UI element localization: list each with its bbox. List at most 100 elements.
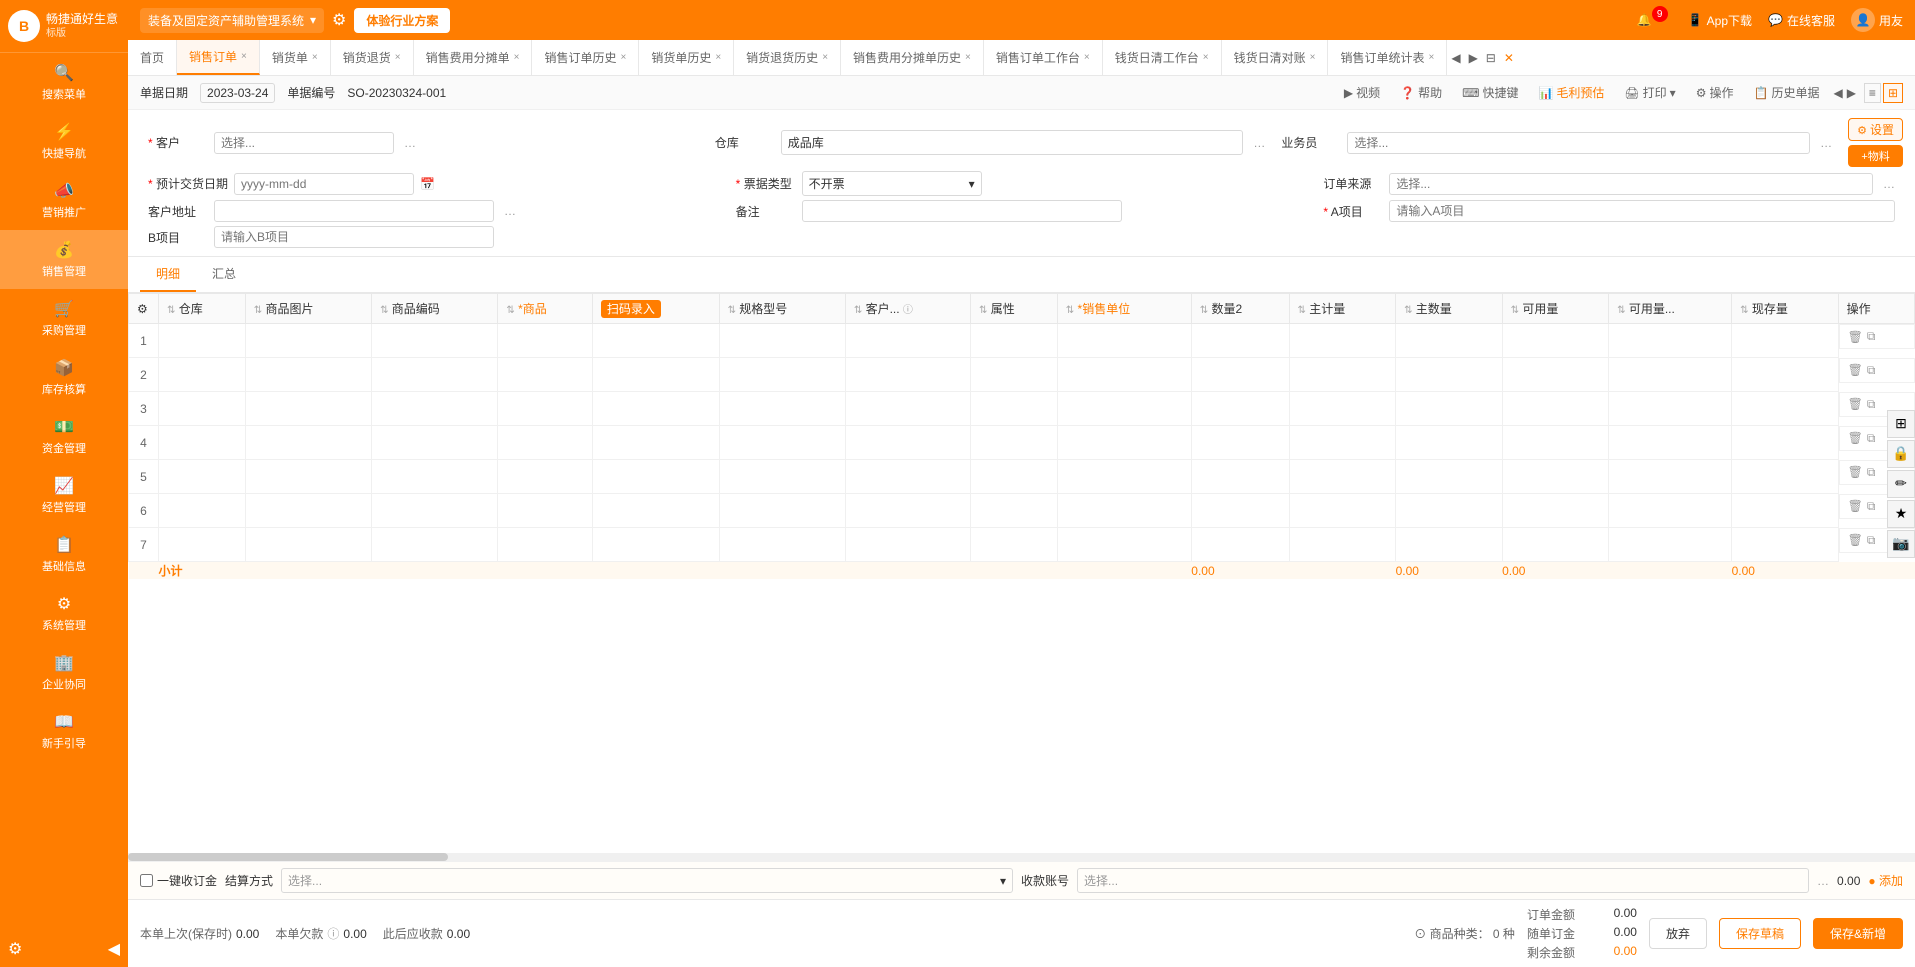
row-available[interactable] xyxy=(1502,528,1609,562)
row-spec[interactable] xyxy=(719,528,845,562)
a-project-input[interactable] xyxy=(1389,200,1895,222)
float-lock-icon[interactable]: 🔒 xyxy=(1887,440,1915,468)
tab-销售费用分摊单历史[interactable]: 销售费用分摊单历史× xyxy=(841,40,984,75)
row-customer-code[interactable] xyxy=(845,528,970,562)
row-attribute[interactable] xyxy=(971,358,1058,392)
warehouse-dots[interactable]: … xyxy=(1253,136,1265,150)
delete-icon[interactable]: 🗑 xyxy=(1848,499,1863,513)
tab-首页[interactable]: 首页 xyxy=(128,40,177,75)
row-spec[interactable] xyxy=(719,324,845,358)
discard-button[interactable]: 放弃 xyxy=(1649,918,1707,949)
row-customer-code[interactable] xyxy=(845,358,970,392)
row-available2[interactable] xyxy=(1609,528,1732,562)
tab-nav-close-all[interactable]: ✕ xyxy=(1500,51,1518,65)
row-spec[interactable] xyxy=(719,494,845,528)
row-customer-code[interactable] xyxy=(845,324,970,358)
copy-icon[interactable]: ⧉ xyxy=(1867,397,1876,412)
row-quantity2[interactable] xyxy=(1191,392,1289,426)
row-quantity2[interactable] xyxy=(1191,494,1289,528)
tab-钱货日清对账[interactable]: 钱货日清对账× xyxy=(1222,40,1329,75)
row-customer-code[interactable] xyxy=(845,494,970,528)
row-scan[interactable] xyxy=(592,324,719,358)
row-available[interactable] xyxy=(1502,460,1609,494)
row-available2[interactable] xyxy=(1609,392,1732,426)
row-warehouse[interactable] xyxy=(159,426,246,460)
row-quantity2[interactable] xyxy=(1191,426,1289,460)
row-product[interactable] xyxy=(498,528,592,562)
sidebar-item-basic-info[interactable]: 📋 基础信息 xyxy=(0,525,128,584)
tab-close-钱货日清对账[interactable]: × xyxy=(1310,52,1316,63)
tab-summary[interactable]: 汇总 xyxy=(196,257,252,292)
tab-销售订单工作台[interactable]: 销售订单工作台× xyxy=(984,40,1103,75)
warehouse-select[interactable]: 成品库 xyxy=(781,130,1244,155)
row-main-unit[interactable] xyxy=(1289,426,1396,460)
row-unit[interactable] xyxy=(1057,392,1191,426)
tab-close-销货退货历史[interactable]: × xyxy=(822,52,828,63)
grid-view-icon[interactable]: ⊞ xyxy=(1883,83,1903,103)
row-unit[interactable] xyxy=(1057,460,1191,494)
row-warehouse[interactable] xyxy=(159,358,246,392)
row-stock[interactable] xyxy=(1732,358,1839,392)
user-avatar[interactable]: 👤 用友 xyxy=(1851,8,1903,32)
row-stock[interactable] xyxy=(1732,460,1839,494)
row-available2[interactable] xyxy=(1609,324,1732,358)
shortcut-button[interactable]: ⌨ 快捷键 xyxy=(1456,82,1524,103)
video-button[interactable]: ▶ 视频 xyxy=(1338,82,1386,103)
row-code[interactable] xyxy=(372,392,498,426)
b-project-input[interactable] xyxy=(214,226,494,248)
order-source-input[interactable] xyxy=(1389,173,1873,195)
row-code[interactable] xyxy=(372,358,498,392)
row-action[interactable]: 🗑 ⧉ xyxy=(1839,358,1915,383)
customer-dots[interactable]: … xyxy=(404,136,416,150)
add-payment-button[interactable]: ● 添加 xyxy=(1868,872,1903,889)
sidebar-item-operations[interactable]: 📈 经营管理 xyxy=(0,466,128,525)
save-new-button[interactable]: 保存&新增 xyxy=(1813,918,1903,949)
row-attribute[interactable] xyxy=(971,324,1058,358)
row-main-quantity[interactable] xyxy=(1396,426,1503,460)
tab-销货退货[interactable]: 销货退货× xyxy=(331,40,414,75)
delete-icon[interactable]: 🗑 xyxy=(1848,465,1863,479)
row-attribute[interactable] xyxy=(971,494,1058,528)
tab-close-销售订单工作台[interactable]: × xyxy=(1084,52,1090,63)
app-download-button[interactable]: 📱 App下载 xyxy=(1688,12,1752,29)
quick-deposit-checkbox[interactable]: 一键收订金 xyxy=(140,872,217,889)
row-stock[interactable] xyxy=(1732,392,1839,426)
payment-method-select[interactable]: 选择... ▾ xyxy=(281,868,1013,893)
tab-close-销售订单统计表[interactable]: × xyxy=(1428,52,1434,63)
sidebar-item-purchase[interactable]: 🛒 采购管理 xyxy=(0,289,128,348)
solution-button[interactable]: 体验行业方案 xyxy=(354,8,450,33)
row-scan[interactable] xyxy=(592,528,719,562)
tab-销售订单[interactable]: 销售订单× xyxy=(177,40,260,75)
row-stock[interactable] xyxy=(1732,528,1839,562)
row-scan[interactable] xyxy=(592,358,719,392)
row-image[interactable] xyxy=(245,358,371,392)
copy-icon[interactable]: ⧉ xyxy=(1867,533,1876,548)
tab-detail[interactable]: 明细 xyxy=(140,257,196,292)
row-unit[interactable] xyxy=(1057,426,1191,460)
scrollbar-thumb[interactable] xyxy=(128,853,448,861)
sidebar-item-finance[interactable]: 💵 资金管理 xyxy=(0,407,128,466)
row-code[interactable] xyxy=(372,494,498,528)
remark-input[interactable] xyxy=(802,200,1122,222)
row-available2[interactable] xyxy=(1609,426,1732,460)
row-product[interactable] xyxy=(498,324,592,358)
row-main-unit[interactable] xyxy=(1289,324,1396,358)
row-product[interactable] xyxy=(498,426,592,460)
tab-close-销售费用分摊单历史[interactable]: × xyxy=(965,52,971,63)
date-value[interactable]: 2023-03-24 xyxy=(200,83,275,103)
row-product[interactable] xyxy=(498,494,592,528)
customer-input[interactable] xyxy=(214,132,394,154)
add-material-button[interactable]: +物料 xyxy=(1848,145,1903,167)
sidebar-collapse-icon[interactable]: ◀ xyxy=(108,939,120,959)
delete-icon[interactable]: 🗑 xyxy=(1848,397,1863,411)
row-main-quantity[interactable] xyxy=(1396,528,1503,562)
row-scan[interactable] xyxy=(592,392,719,426)
row-available2[interactable] xyxy=(1609,358,1732,392)
col-scan[interactable]: 扫码录入 xyxy=(592,294,719,324)
tab-销售订单历史[interactable]: 销售订单历史× xyxy=(532,40,639,75)
delete-icon[interactable]: 🗑 xyxy=(1848,330,1863,344)
row-warehouse[interactable] xyxy=(159,324,246,358)
row-quantity2[interactable] xyxy=(1191,324,1289,358)
row-image[interactable] xyxy=(245,426,371,460)
sidebar-item-guide[interactable]: 📖 新手引导 xyxy=(0,702,128,761)
